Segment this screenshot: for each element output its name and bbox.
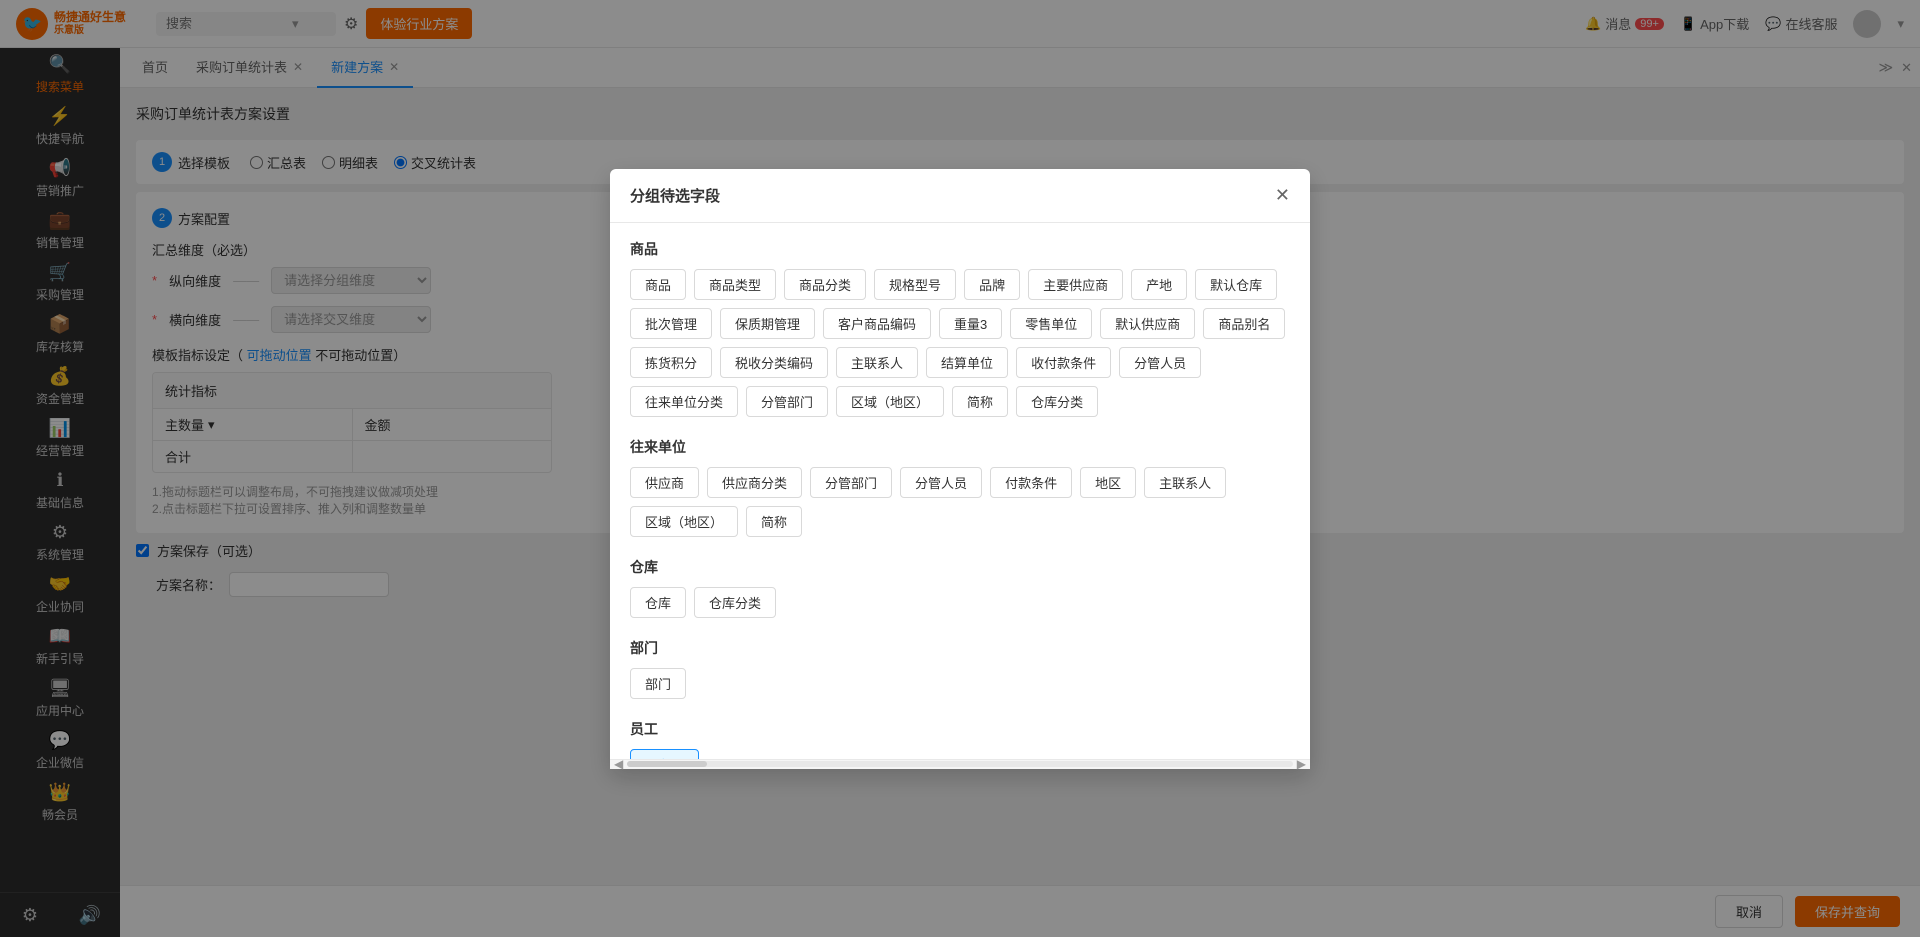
field-tag-payment-terms[interactable]: 收付款条件 <box>1016 347 1111 378</box>
modal-close-icon[interactable]: ✕ <box>1275 185 1290 206</box>
field-tag-warehouse-cat[interactable]: 仓库分类 <box>694 587 776 618</box>
modal-header: 分组待选字段 ✕ <box>610 169 1310 223</box>
field-tag-retail-unit[interactable]: 零售单位 <box>1010 308 1092 339</box>
field-tag-product-alias[interactable]: 商品别名 <box>1203 308 1285 339</box>
section-dept-title: 部门 <box>630 638 1290 658</box>
field-tag-product-type[interactable]: 商品类型 <box>694 269 776 300</box>
field-tag-settlement-unit[interactable]: 结算单位 <box>926 347 1008 378</box>
field-tag-salesperson[interactable]: 业务员 <box>630 749 699 759</box>
partner-field-tags: 供应商 供应商分类 分管部门 分管人员 付款条件 地区 主联系人 区域（地区） … <box>630 467 1290 537</box>
field-tag-supplier[interactable]: 供应商 <box>630 467 699 498</box>
section-dept: 部门 部门 <box>630 638 1290 699</box>
field-tag-partner-payment[interactable]: 付款条件 <box>990 467 1072 498</box>
section-employee: 员工 业务员 <box>630 719 1290 759</box>
field-tag-partner-dept[interactable]: 分管部门 <box>810 467 892 498</box>
warehouse-field-tags: 仓库 仓库分类 <box>630 587 1290 618</box>
field-tag-partner-category[interactable]: 往来单位分类 <box>630 386 738 417</box>
modal-body: 商品 商品 商品类型 商品分类 规格型号 品牌 主要供应商 产地 默认仓库 批次… <box>610 223 1310 759</box>
field-tag-origin[interactable]: 产地 <box>1131 269 1187 300</box>
field-tag-supplier-category[interactable]: 供应商分类 <box>707 467 802 498</box>
modal-title: 分组待选字段 <box>630 185 720 206</box>
section-warehouse-title: 仓库 <box>630 557 1290 577</box>
field-tag-main-supplier[interactable]: 主要供应商 <box>1028 269 1123 300</box>
field-tag-tax-code[interactable]: 税收分类编码 <box>720 347 828 378</box>
field-tag-warehouse-category[interactable]: 仓库分类 <box>1016 386 1098 417</box>
field-tag-product[interactable]: 商品 <box>630 269 686 300</box>
modal-overlay[interactable]: 分组待选字段 ✕ 商品 商品 商品类型 商品分类 规格型号 品牌 主要供应商 产… <box>0 0 1920 937</box>
field-tag-batch-mgmt[interactable]: 批次管理 <box>630 308 712 339</box>
field-tag-partner-region[interactable]: 地区 <box>1080 467 1136 498</box>
field-tag-region[interactable]: 区域（地区） <box>836 386 944 417</box>
field-tag-default-supplier[interactable]: 默认供应商 <box>1100 308 1195 339</box>
scroll-left-btn[interactable]: ◀ <box>614 757 627 771</box>
section-product-title: 商品 <box>630 239 1290 259</box>
field-tag-department[interactable]: 部门 <box>630 668 686 699</box>
h-scrollbar-thumb[interactable] <box>627 761 707 767</box>
section-employee-title: 员工 <box>630 719 1290 739</box>
field-tag-customer-code[interactable]: 客户商品编码 <box>823 308 931 339</box>
field-tag-product-category[interactable]: 商品分类 <box>784 269 866 300</box>
field-tag-partner-supervisor[interactable]: 分管人员 <box>900 467 982 498</box>
field-tag-spec-model[interactable]: 规格型号 <box>874 269 956 300</box>
scroll-right-btn[interactable]: ▶ <box>1293 757 1306 771</box>
section-partner-title: 往来单位 <box>630 437 1290 457</box>
modal: 分组待选字段 ✕ 商品 商品 商品类型 商品分类 规格型号 品牌 主要供应商 产… <box>610 169 1310 769</box>
field-tag-pick-points[interactable]: 拣货积分 <box>630 347 712 378</box>
field-tag-weight3[interactable]: 重量3 <box>939 308 1002 339</box>
section-warehouse: 仓库 仓库 仓库分类 <box>630 557 1290 618</box>
field-tag-main-contact[interactable]: 主联系人 <box>836 347 918 378</box>
field-tag-default-warehouse[interactable]: 默认仓库 <box>1195 269 1277 300</box>
section-partner: 往来单位 供应商 供应商分类 分管部门 分管人员 付款条件 地区 主联系人 区域… <box>630 437 1290 537</box>
modal-h-scrollbar[interactable]: ◀ ▶ <box>610 759 1310 769</box>
h-scrollbar-track <box>627 761 1293 767</box>
section-product: 商品 商品 商品类型 商品分类 规格型号 品牌 主要供应商 产地 默认仓库 批次… <box>630 239 1290 417</box>
field-tag-short-name[interactable]: 简称 <box>952 386 1008 417</box>
product-field-tags: 商品 商品类型 商品分类 规格型号 品牌 主要供应商 产地 默认仓库 批次管理 … <box>630 269 1290 417</box>
dept-field-tags: 部门 <box>630 668 1290 699</box>
field-tag-partner-short[interactable]: 简称 <box>746 506 802 537</box>
field-tag-partner-area[interactable]: 区域（地区） <box>630 506 738 537</box>
employee-field-tags: 业务员 <box>630 749 1290 759</box>
field-tag-supervisor[interactable]: 分管人员 <box>1119 347 1201 378</box>
field-tag-warehouse[interactable]: 仓库 <box>630 587 686 618</box>
field-tag-partner-contact[interactable]: 主联系人 <box>1144 467 1226 498</box>
field-tag-brand[interactable]: 品牌 <box>964 269 1020 300</box>
field-tag-dept[interactable]: 分管部门 <box>746 386 828 417</box>
field-tag-expiry-mgmt[interactable]: 保质期管理 <box>720 308 815 339</box>
